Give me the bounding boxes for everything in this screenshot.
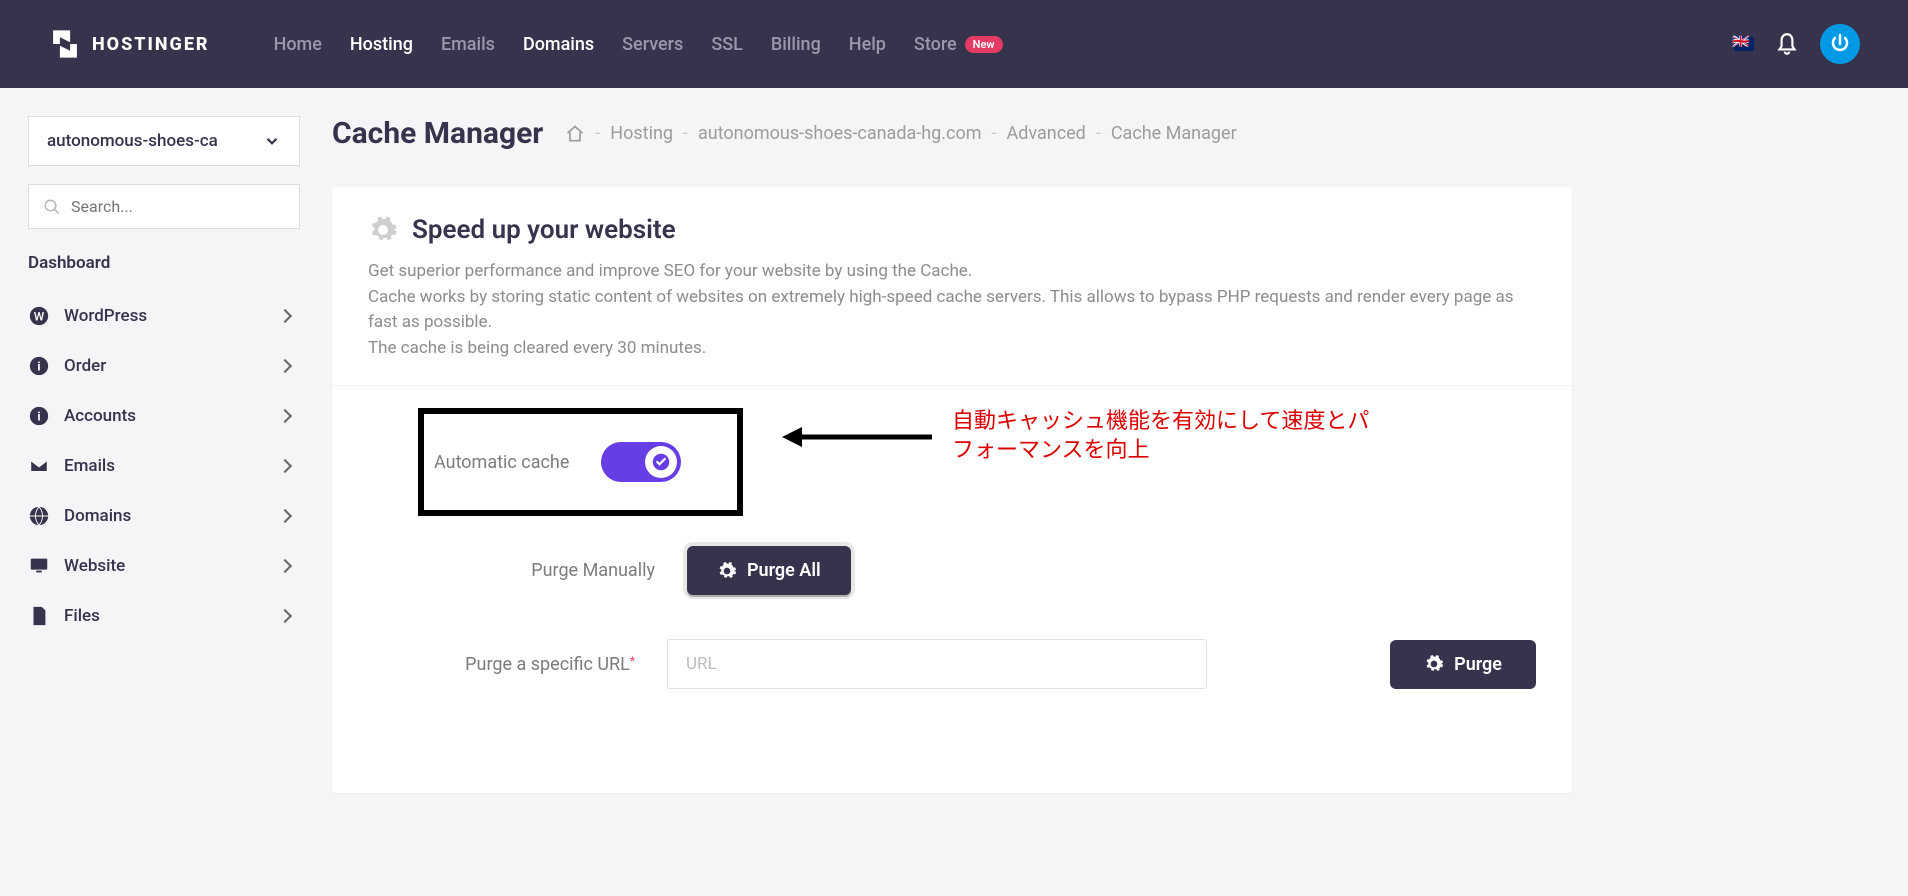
chevron-down-icon	[263, 132, 281, 150]
sidebar: autonomous-shoes-ca Dashboard W WordPres…	[0, 88, 300, 793]
sidebar-item-order[interactable]: i Order	[28, 341, 300, 391]
chevron-right-icon	[278, 359, 292, 373]
monitor-icon	[28, 555, 50, 577]
file-icon	[28, 605, 50, 627]
svg-text:i: i	[37, 360, 40, 374]
search-box[interactable]	[28, 184, 300, 229]
svg-text:W: W	[34, 310, 45, 324]
nav-links: Home Hosting Emails Domains Servers SSL …	[274, 34, 1734, 55]
card-desc-1: Get superior performance and improve SEO…	[368, 259, 1536, 285]
gears-icon	[717, 561, 737, 581]
nav-home[interactable]: Home	[274, 34, 322, 55]
badge-new: New	[965, 36, 1003, 53]
chevron-right-icon	[278, 409, 292, 423]
nav-store[interactable]: Store New	[914, 34, 1003, 55]
purge-manually-label: Purge Manually	[473, 560, 663, 581]
home-icon[interactable]	[565, 124, 585, 144]
sidebar-item-files[interactable]: Files	[28, 591, 300, 641]
site-selector[interactable]: autonomous-shoes-ca	[28, 116, 300, 166]
gears-icon	[1424, 654, 1444, 674]
card-head: Speed up your website Get superior perfo…	[332, 187, 1572, 386]
check-icon	[652, 453, 670, 471]
chevron-right-icon	[278, 609, 292, 623]
chevron-right-icon	[278, 459, 292, 473]
arrow-left-icon	[782, 422, 932, 452]
nav-hosting[interactable]: Hosting	[350, 34, 413, 55]
nav-emails[interactable]: Emails	[441, 34, 495, 55]
top-nav: HOSTINGER Home Hosting Emails Domains Se…	[0, 0, 1908, 88]
main-content: Cache Manager - Hosting - autonomous-sho…	[300, 88, 1600, 793]
breadcrumb-hosting[interactable]: Hosting	[610, 123, 673, 144]
nav-servers[interactable]: Servers	[622, 34, 683, 55]
purge-all-button[interactable]: Purge All	[687, 546, 851, 595]
purge-url-label: Purge a specific URL*	[423, 654, 643, 675]
sidebar-item-wordpress[interactable]: W WordPress	[28, 291, 300, 341]
purge-url-input[interactable]	[667, 639, 1207, 689]
toggle-knob	[645, 446, 677, 478]
nav-right	[1734, 24, 1860, 64]
envelope-icon	[28, 455, 50, 477]
sidebar-item-emails[interactable]: Emails	[28, 441, 300, 491]
automatic-cache-toggle[interactable]	[601, 442, 681, 482]
nav-ssl[interactable]: SSL	[711, 34, 743, 55]
avatar[interactable]	[1820, 24, 1860, 64]
annotation: 自動キャッシュ機能を有効にして速度とパフォーマンスを向上	[782, 408, 1382, 465]
breadcrumb: - Hosting - autonomous-shoes-canada-hg.c…	[565, 123, 1236, 144]
site-selector-label: autonomous-shoes-ca	[47, 131, 218, 151]
required-star: *	[630, 654, 635, 668]
sidebar-item-accounts[interactable]: i Accounts	[28, 391, 300, 441]
brand-name: HOSTINGER	[92, 34, 210, 55]
power-icon	[1828, 32, 1852, 56]
nav-domains[interactable]: Domains	[523, 34, 594, 55]
chevron-right-icon	[278, 309, 292, 323]
breadcrumb-current: Cache Manager	[1111, 123, 1237, 144]
globe-icon	[28, 505, 50, 527]
card-desc-3: The cache is being cleared every 30 minu…	[368, 336, 1536, 362]
row-purge-url: Purge a specific URL* Purge	[423, 639, 1536, 689]
page-header: Cache Manager - Hosting - autonomous-sho…	[332, 116, 1572, 151]
bell-icon[interactable]	[1774, 31, 1800, 57]
card-cache-manager: Speed up your website Get superior perfo…	[332, 187, 1572, 793]
breadcrumb-advanced[interactable]: Advanced	[1007, 123, 1086, 144]
sidebar-item-website[interactable]: Website	[28, 541, 300, 591]
wordpress-icon: W	[28, 305, 50, 327]
search-input[interactable]	[71, 197, 285, 216]
nav-billing[interactable]: Billing	[771, 34, 821, 55]
search-icon	[43, 198, 61, 216]
breadcrumb-domain[interactable]: autonomous-shoes-canada-hg.com	[698, 123, 982, 144]
language-flag-icon[interactable]	[1734, 37, 1754, 51]
info-icon: i	[28, 355, 50, 377]
info-icon: i	[28, 405, 50, 427]
sidebar-heading: Dashboard	[28, 253, 300, 273]
chevron-right-icon	[278, 559, 292, 573]
sidebar-item-domains[interactable]: Domains	[28, 491, 300, 541]
purge-button[interactable]: Purge	[1390, 640, 1536, 689]
chevron-right-icon	[278, 509, 292, 523]
annotation-text: 自動キャッシュ機能を有効にして速度とパフォーマンスを向上	[952, 408, 1382, 465]
hostinger-logo-icon	[48, 27, 82, 61]
row-purge-manually: Purge Manually Purge All	[473, 546, 1536, 595]
automatic-cache-label: Automatic cache	[434, 452, 577, 473]
page-title: Cache Manager	[332, 116, 543, 151]
card-desc-2: Cache works by storing static content of…	[368, 285, 1536, 336]
svg-text:i: i	[37, 410, 40, 424]
card-title: Speed up your website	[412, 215, 676, 245]
brand-logo[interactable]: HOSTINGER	[48, 27, 210, 61]
card-body: Automatic cache 自動キャッシュ機能を有効にし	[332, 386, 1572, 793]
highlight-box: Automatic cache	[418, 408, 743, 516]
gears-icon	[368, 215, 398, 245]
nav-help[interactable]: Help	[849, 34, 886, 55]
